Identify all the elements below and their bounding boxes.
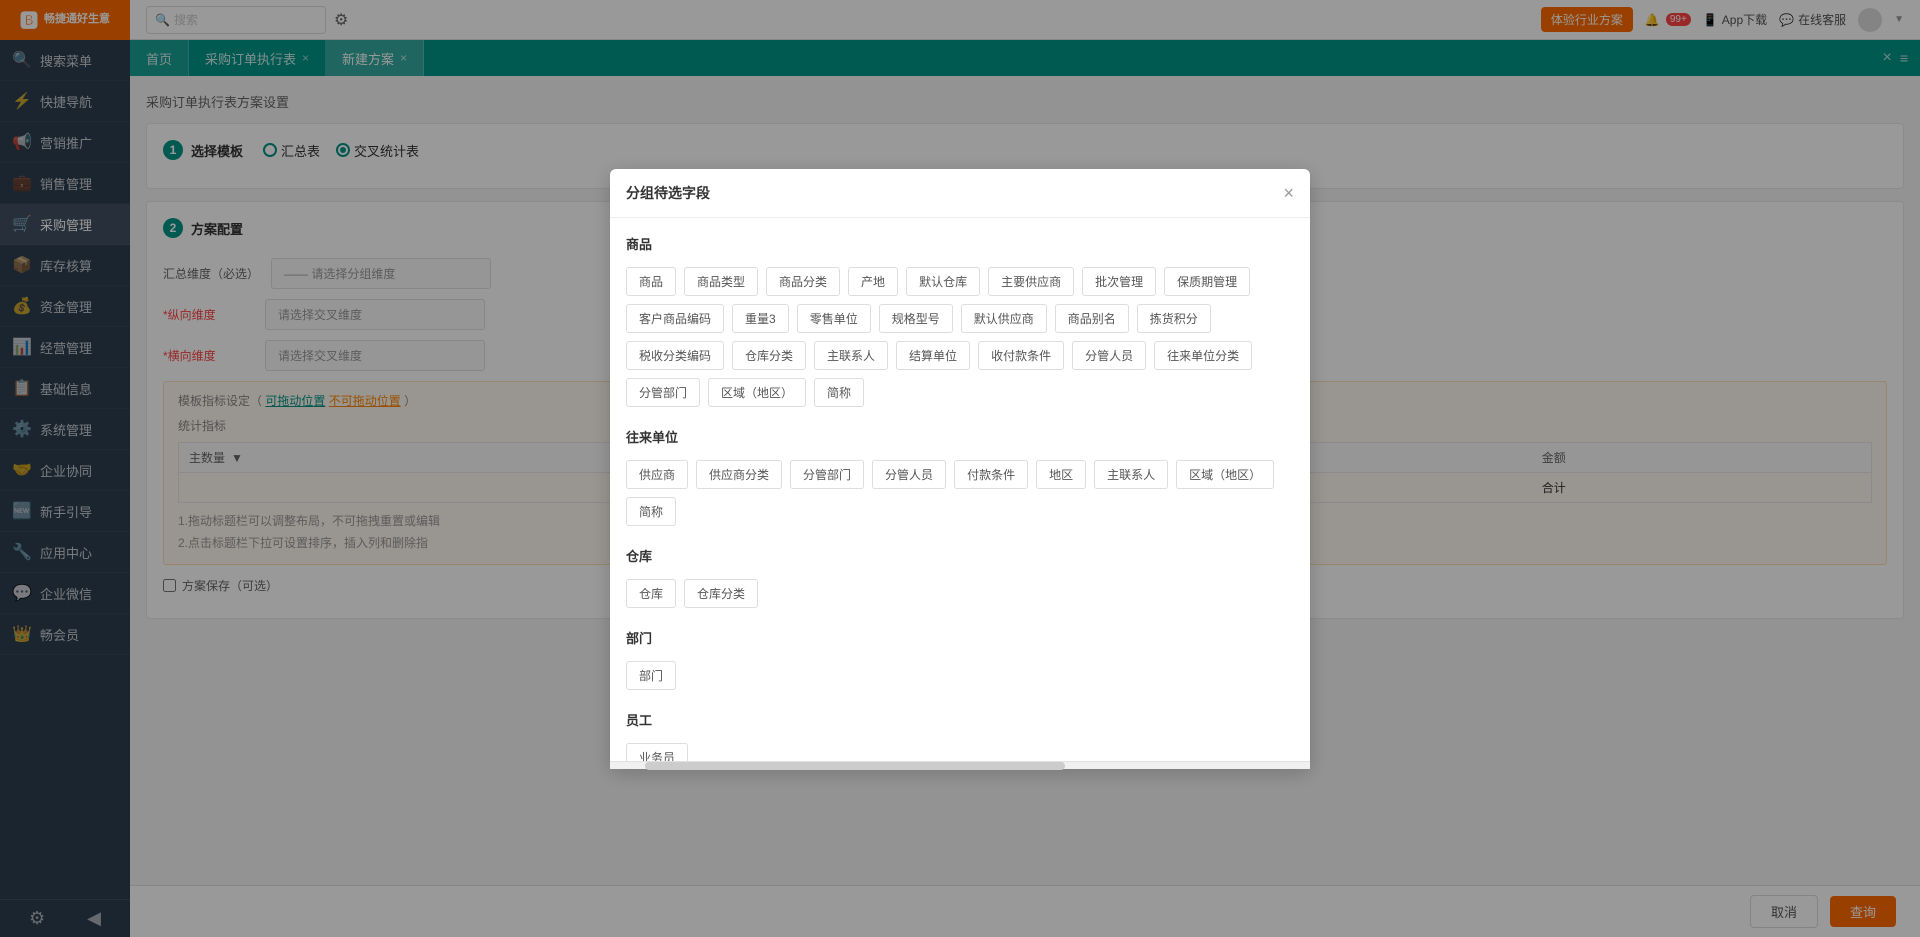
field-tag-0-17[interactable]: 主联系人	[814, 341, 888, 370]
field-category-1: 往来单位供应商供应商分类分管部门分管人员付款条件地区主联系人区域（地区） 简称	[626, 427, 1294, 526]
field-tag-0-9[interactable]: 重量3	[732, 304, 789, 333]
category-title-0: 商品	[626, 234, 1294, 257]
field-tag-0-11[interactable]: 规格型号	[879, 304, 953, 333]
modal-close-btn[interactable]: ×	[1283, 184, 1294, 202]
field-tag-0-10[interactable]: 零售单位	[797, 304, 871, 333]
category-title-4: 员工	[626, 710, 1294, 733]
field-tag-1-0[interactable]: 供应商	[626, 460, 688, 489]
field-tag-0-22[interactable]: 分管部门	[626, 378, 700, 407]
field-tag-0-4[interactable]: 默认仓库	[906, 267, 980, 296]
field-tag-1-5[interactable]: 地区	[1036, 460, 1086, 489]
field-tag-0-1[interactable]: 商品类型	[684, 267, 758, 296]
field-tags-2: 仓库仓库分类	[626, 579, 1294, 608]
field-tag-2-0[interactable]: 仓库	[626, 579, 676, 608]
field-tags-4: 业务员	[626, 743, 1294, 761]
field-tag-1-2[interactable]: 分管部门	[790, 460, 864, 489]
field-category-3: 部门部门	[626, 628, 1294, 690]
field-tag-0-3[interactable]: 产地	[848, 267, 898, 296]
field-tag-3-0[interactable]: 部门	[626, 661, 676, 690]
field-tag-1-4[interactable]: 付款条件	[954, 460, 1028, 489]
field-tag-0-24[interactable]: 简称	[814, 378, 864, 407]
category-title-3: 部门	[626, 628, 1294, 651]
field-tag-0-6[interactable]: 批次管理	[1082, 267, 1156, 296]
modal-scroll-track	[610, 761, 1310, 769]
category-title-1: 往来单位	[626, 427, 1294, 450]
field-tag-0-21[interactable]: 往来单位分类	[1154, 341, 1252, 370]
field-tag-0-14[interactable]: 拣货积分	[1137, 304, 1211, 333]
modal-body: 商品商品商品类型商品分类产地默认仓库主要供应商批次管理保质期管理客户商品编码重量…	[610, 218, 1310, 761]
modal-title: 分组待选字段	[626, 183, 710, 203]
field-tag-1-6[interactable]: 主联系人	[1094, 460, 1168, 489]
field-tag-4-0[interactable]: 业务员	[626, 743, 688, 761]
modal-header: 分组待选字段 ×	[610, 169, 1310, 218]
field-tag-0-13[interactable]: 商品别名	[1055, 304, 1129, 333]
field-tags-0: 商品商品类型商品分类产地默认仓库主要供应商批次管理保质期管理客户商品编码重量3 零…	[626, 267, 1294, 407]
field-tag-1-8[interactable]: 简称	[626, 497, 676, 526]
field-tag-2-1[interactable]: 仓库分类	[684, 579, 758, 608]
field-select-modal: 分组待选字段 × 商品商品商品类型商品分类产地默认仓库主要供应商批次管理保质期管…	[610, 169, 1310, 769]
field-tag-1-3[interactable]: 分管人员	[872, 460, 946, 489]
field-tag-0-16[interactable]: 仓库分类	[732, 341, 806, 370]
field-tag-0-0[interactable]: 商品	[626, 267, 676, 296]
modal-scroll-thumb	[645, 762, 1065, 770]
field-tag-0-18[interactable]: 结算单位	[896, 341, 970, 370]
field-tags-1: 供应商供应商分类分管部门分管人员付款条件地区主联系人区域（地区） 简称	[626, 460, 1294, 526]
field-tag-0-20[interactable]: 分管人员	[1072, 341, 1146, 370]
field-tag-1-7[interactable]: 区域（地区）	[1176, 460, 1274, 489]
field-tag-0-23[interactable]: 区域（地区）	[708, 378, 806, 407]
modal-overlay: 分组待选字段 × 商品商品商品类型商品分类产地默认仓库主要供应商批次管理保质期管…	[0, 0, 1920, 937]
field-tag-0-19[interactable]: 收付款条件	[978, 341, 1064, 370]
category-title-2: 仓库	[626, 546, 1294, 569]
field-tag-0-8[interactable]: 客户商品编码	[626, 304, 724, 333]
field-tag-0-2[interactable]: 商品分类	[766, 267, 840, 296]
field-tag-1-1[interactable]: 供应商分类	[696, 460, 782, 489]
field-category-2: 仓库仓库仓库分类	[626, 546, 1294, 608]
field-tag-0-12[interactable]: 默认供应商	[961, 304, 1047, 333]
field-category-0: 商品商品商品类型商品分类产地默认仓库主要供应商批次管理保质期管理客户商品编码重量…	[626, 234, 1294, 407]
field-category-4: 员工业务员	[626, 710, 1294, 761]
field-tag-0-15[interactable]: 税收分类编码	[626, 341, 724, 370]
field-tag-0-7[interactable]: 保质期管理	[1164, 267, 1250, 296]
field-tags-3: 部门	[626, 661, 1294, 690]
field-tag-0-5[interactable]: 主要供应商	[988, 267, 1074, 296]
